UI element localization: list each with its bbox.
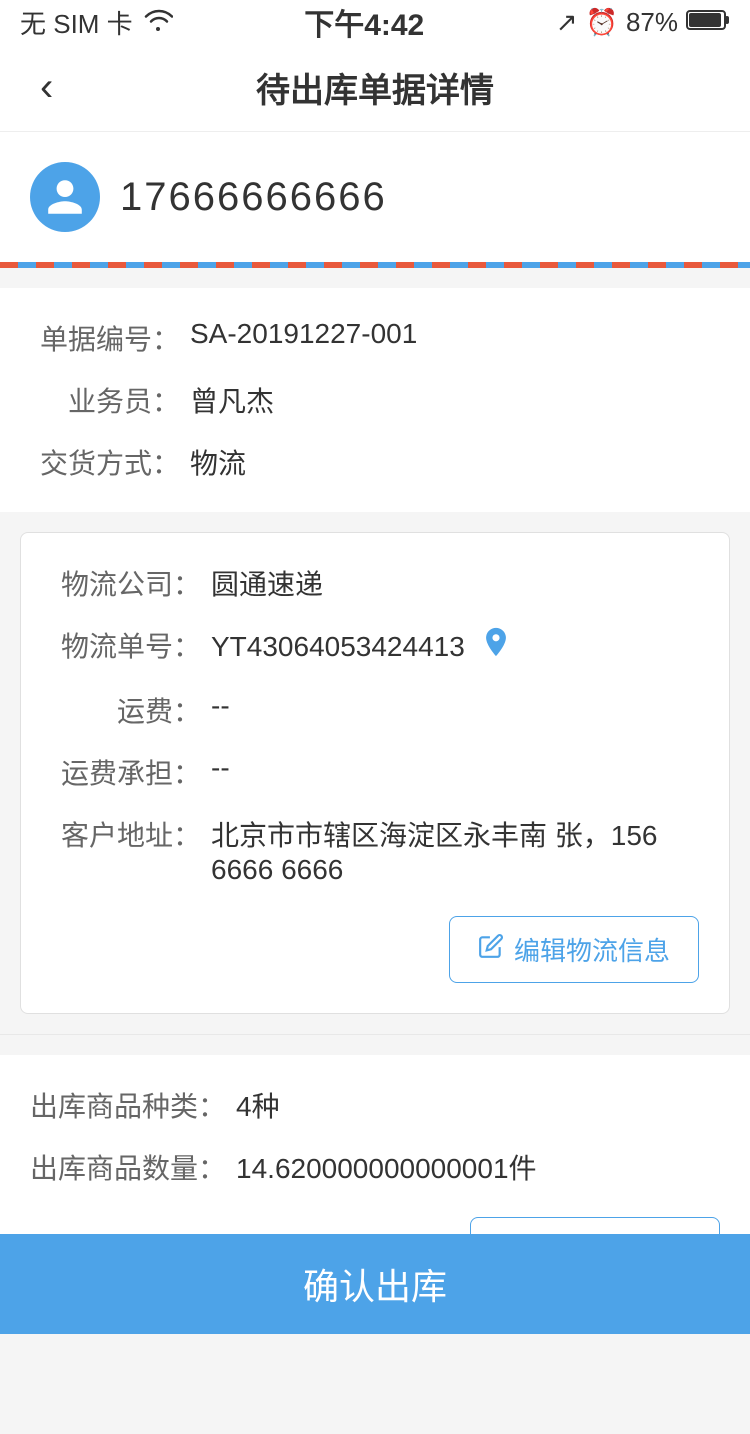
status-bar-right: ↗ ⏰ 87% (556, 7, 730, 38)
confirm-button[interactable]: 确认出库 (303, 1258, 447, 1310)
order-number-value: SA-20191227-001 (190, 318, 720, 350)
nav-bar: ‹ 待出库单据详情 (0, 44, 750, 132)
person-icon (44, 176, 86, 218)
status-bar-time: 下午4:42 (304, 0, 424, 44)
user-header: 17666666666 (0, 132, 750, 262)
goods-quantity-row: 出库商品数量： 14.620000000000001件 (30, 1147, 720, 1187)
carrier-label: 无 SIM 卡 (20, 4, 133, 41)
order-info-section: 单据编号： SA-20191227-001 业务员： 曾凡杰 交货方式： 物流 (0, 288, 750, 512)
delivery-row: 交货方式： 物流 (30, 442, 720, 482)
logistics-company-row: 物流公司： 圆通速递 (51, 563, 699, 603)
status-bar-left: 无 SIM 卡 (20, 4, 173, 41)
logistics-section: 物流公司： 圆通速递 物流单号： YT43064053424413 运费： --… (20, 532, 730, 1014)
battery-label: 87% (626, 7, 678, 38)
user-phone: 17666666666 (120, 175, 387, 220)
map-pin-icon[interactable] (479, 625, 513, 668)
salesman-value: 曾凡杰 (190, 380, 720, 420)
freight-bear-label: 运费承担： (51, 752, 201, 792)
bottom-bar: 确认出库 (0, 1234, 750, 1334)
freight-bear-value: -- (211, 752, 699, 784)
goods-quantity-label: 出库商品数量： (30, 1147, 226, 1187)
freight-value: -- (211, 690, 699, 722)
salesman-label: 业务员： (30, 380, 180, 420)
wifi-icon (143, 7, 173, 38)
tracking-number-row: 物流单号： YT43064053424413 (51, 625, 699, 668)
logistics-company-value: 圆通速递 (211, 563, 699, 603)
goods-type-value: 4种 (236, 1085, 720, 1125)
address-value: 北京市市辖区海淀区永丰南 张，156 6666 6666 (211, 814, 699, 886)
goods-quantity-value: 14.620000000000001件 (236, 1147, 720, 1187)
alarm-icon: ⏰ (586, 7, 618, 38)
section-divider (0, 1034, 750, 1035)
back-button[interactable]: ‹ (30, 55, 63, 120)
address-label: 客户地址： (51, 814, 201, 854)
freight-bear-row: 运费承担： -- (51, 752, 699, 792)
delivery-value: 物流 (190, 442, 720, 482)
location-status-icon: ↗ (556, 7, 578, 38)
dashed-separator (0, 262, 750, 268)
battery-icon (686, 7, 730, 38)
goods-type-row: 出库商品种类： 4种 (30, 1085, 720, 1125)
user-avatar (30, 162, 100, 232)
tracking-number-text: YT43064053424413 (211, 631, 465, 663)
status-bar: 无 SIM 卡 下午4:42 ↗ ⏰ 87% (0, 0, 750, 44)
edit-icon (478, 933, 504, 966)
order-number-label: 单据编号： (30, 318, 180, 358)
delivery-label: 交货方式： (30, 442, 180, 482)
salesman-row: 业务员： 曾凡杰 (30, 380, 720, 420)
address-row: 客户地址： 北京市市辖区海淀区永丰南 张，156 6666 6666 (51, 814, 699, 886)
page-title: 待出库单据详情 (256, 63, 494, 112)
freight-label: 运费： (51, 690, 201, 730)
edit-logistics-button[interactable]: 编辑物流信息 (449, 916, 699, 983)
tracking-number-value: YT43064053424413 (211, 625, 699, 668)
order-number-row: 单据编号： SA-20191227-001 (30, 318, 720, 358)
edit-logistics-container: 编辑物流信息 (51, 916, 699, 983)
freight-row: 运费： -- (51, 690, 699, 730)
edit-logistics-label: 编辑物流信息 (514, 931, 670, 968)
tracking-number-label: 物流单号： (51, 625, 201, 665)
goods-type-label: 出库商品种类： (30, 1085, 226, 1125)
logistics-company-label: 物流公司： (51, 563, 201, 603)
